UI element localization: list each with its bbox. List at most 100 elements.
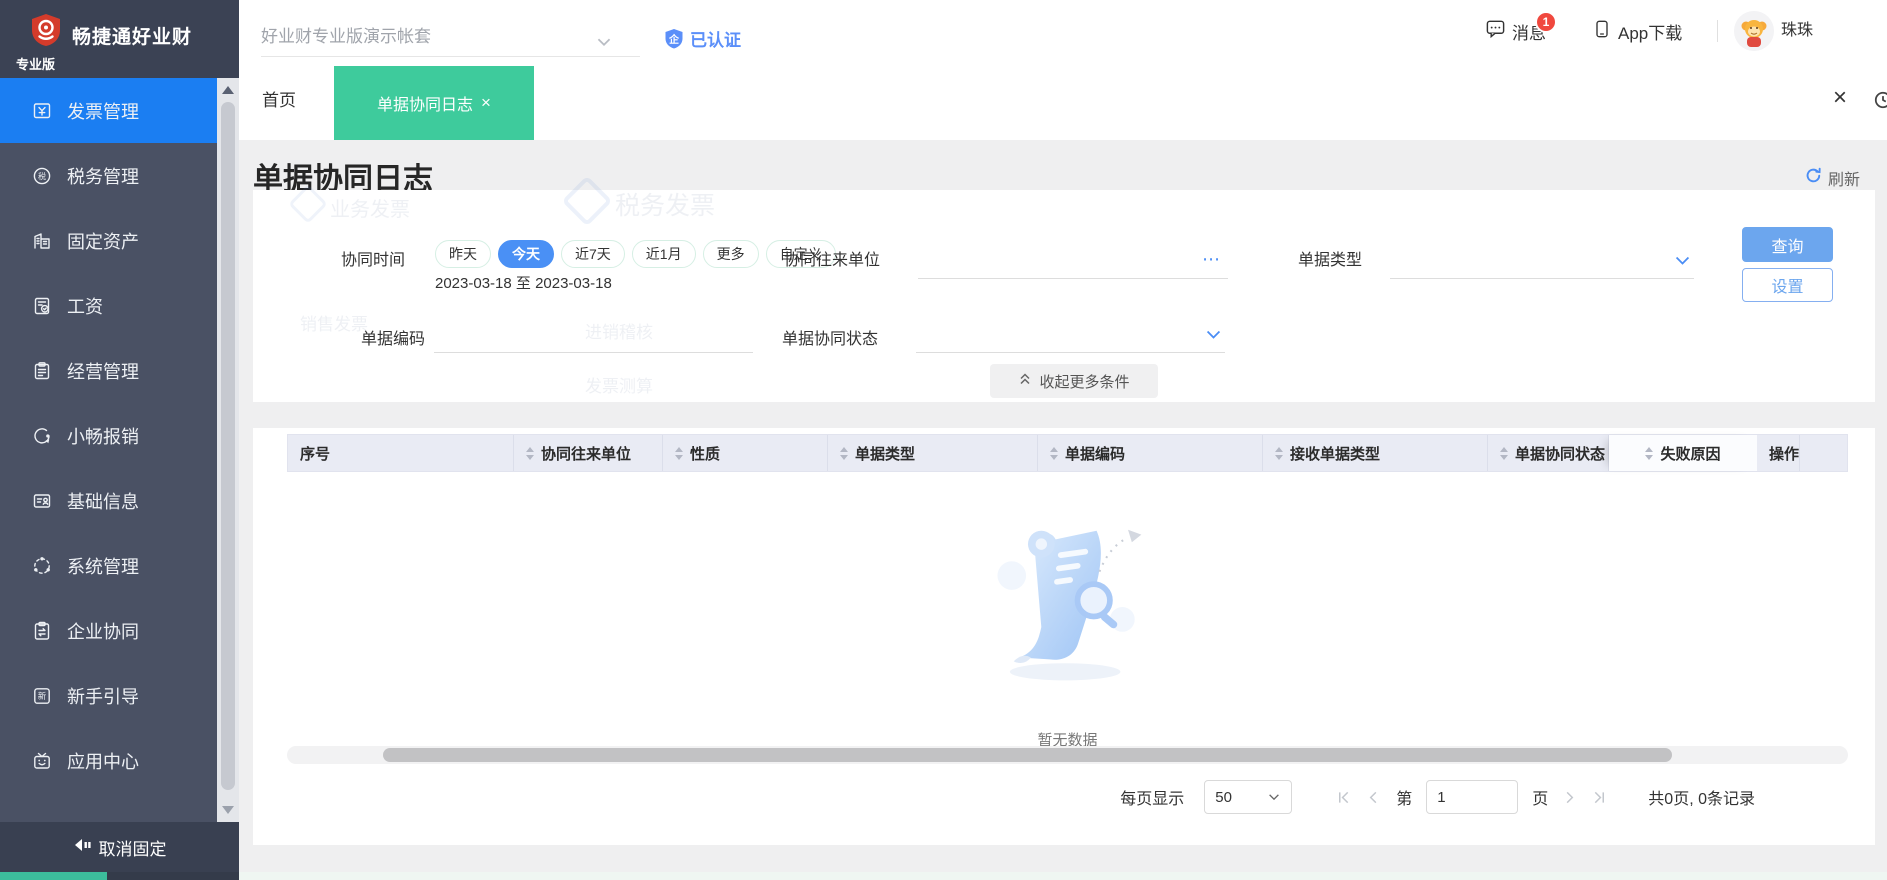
- chevron-down-icon: [594, 32, 614, 57]
- sidebar-scrollbar[interactable]: [217, 78, 239, 822]
- close-tabs-icon[interactable]: ×: [1833, 86, 1847, 110]
- time-filter-pill[interactable]: 近1月: [631, 240, 696, 268]
- page-number-input[interactable]: [1426, 780, 1519, 814]
- system-icon: [31, 555, 53, 577]
- sidebar-item[interactable]: 税 税务管理: [0, 143, 217, 208]
- horizontal-scrollbar[interactable]: [287, 746, 1848, 764]
- sidebar-item[interactable]: 工资: [0, 273, 217, 338]
- prev-page-button[interactable]: [1366, 789, 1382, 805]
- table-column-header[interactable]: 性质: [663, 435, 828, 471]
- doc-code-filter-label: 单据编码: [361, 331, 426, 348]
- page-prefix-label: 第: [1396, 791, 1413, 808]
- tab-doc-collab-log[interactable]: 单据协同日志 ×: [334, 66, 534, 140]
- date-range-value[interactable]: 2023-03-18 至 2023-03-18: [435, 272, 612, 293]
- tab-overflow-icon[interactable]: [1873, 90, 1887, 115]
- table-column-header[interactable]: 失败原因: [1609, 435, 1757, 471]
- sidebar-scrollbar-thumb[interactable]: [221, 102, 235, 790]
- table-column-header[interactable]: 单据编码: [1038, 435, 1263, 471]
- doc-type-select[interactable]: [1390, 247, 1694, 279]
- sidebar-item[interactable]: 企业协同: [0, 598, 217, 663]
- collapse-filters-button[interactable]: 收起更多条件: [990, 364, 1158, 398]
- sidebar-item-label: 基础信息: [67, 491, 139, 512]
- column-label: 失败原因: [1660, 445, 1721, 463]
- table-column-header[interactable]: 操作: [1757, 435, 1801, 471]
- bottom-strip-teal: [0, 872, 107, 880]
- app-download-button[interactable]: App下载: [1592, 0, 1682, 62]
- status-select[interactable]: [916, 321, 1225, 353]
- last-page-button[interactable]: [1592, 789, 1608, 805]
- tab-home[interactable]: 首页: [262, 62, 296, 140]
- expense-icon: [31, 425, 53, 447]
- tab-close-icon[interactable]: ×: [481, 93, 491, 113]
- first-page-button[interactable]: [1336, 789, 1352, 805]
- sort-icons[interactable]: [526, 446, 534, 460]
- sidebar-item[interactable]: 应用中心: [0, 728, 217, 793]
- search-button[interactable]: 查询: [1742, 227, 1833, 262]
- main-area: 好业财专业版演示帐套 企 已认证 消息 1 App下载 珠珠 首页 单据协同日志…: [239, 0, 1887, 872]
- sidebar-item[interactable]: 新 新手引导: [0, 663, 217, 728]
- base-info-icon: [31, 490, 53, 512]
- settings-button[interactable]: 设置: [1742, 268, 1833, 302]
- newbie-icon: 新: [31, 685, 53, 707]
- tab-bar: 首页 单据协同日志 × ×: [239, 62, 1887, 140]
- user-avatar[interactable]: [1734, 11, 1774, 51]
- table-column-header[interactable]: 协同往来单位: [514, 435, 663, 471]
- sidebar-item[interactable]: 发票管理: [0, 78, 217, 143]
- next-page-button[interactable]: [1562, 789, 1578, 805]
- scroll-up-arrow-icon[interactable]: [222, 86, 234, 94]
- bottom-strip-dark: [107, 872, 239, 880]
- time-filter-pills: 昨天 今天 近7天 近1月 更多 自定义: [435, 240, 836, 268]
- empty-illustration: [996, 529, 1141, 681]
- sort-icons[interactable]: [675, 446, 683, 460]
- table-column-header[interactable]: 单据协同状态: [1488, 435, 1609, 471]
- svg-text:新: 新: [38, 691, 47, 701]
- sidebar-item[interactable]: 小畅报销: [0, 403, 217, 468]
- tab-label: 单据协同日志: [377, 97, 474, 114]
- salary-icon: [31, 295, 53, 317]
- account-selector[interactable]: 好业财专业版演示帐套: [261, 0, 646, 62]
- refresh-button[interactable]: 刷新: [1805, 166, 1860, 190]
- doc-type-filter-label: 单据类型: [1298, 252, 1363, 269]
- table-header-row: 序号 协同往来单位 性质 单据类型 单据编码 接收单据类型 单据协同状态 失败原…: [287, 434, 1848, 472]
- column-label: 协同往来单位: [541, 445, 632, 463]
- chevron-down-icon: [1204, 325, 1223, 349]
- sidebar-item[interactable]: 系统管理: [0, 533, 217, 598]
- sidebar-item[interactable]: 经营管理: [0, 338, 217, 403]
- sidebar-item[interactable]: 固定资产: [0, 208, 217, 273]
- sort-icons[interactable]: [1275, 446, 1283, 460]
- time-filter-pill[interactable]: 昨天: [435, 240, 491, 268]
- username[interactable]: 珠珠: [1781, 0, 1813, 62]
- per-page-select[interactable]: 50: [1204, 780, 1293, 814]
- column-label: 序号: [300, 445, 331, 463]
- more-options-button[interactable]: ⋯: [1202, 249, 1222, 270]
- sidebar-item-label: 企业协同: [67, 621, 139, 642]
- sidebar-item-label: 新手引导: [67, 686, 139, 707]
- refresh-icon: [1805, 167, 1822, 189]
- sort-icons[interactable]: [1645, 446, 1654, 460]
- tax-icon: 税: [31, 165, 53, 187]
- sort-icons[interactable]: [1050, 446, 1058, 460]
- sort-icons[interactable]: [840, 446, 848, 460]
- sort-icons[interactable]: [1500, 446, 1508, 460]
- doc-code-input[interactable]: [434, 321, 753, 353]
- unpin-sidebar-button[interactable]: 取消固定: [0, 822, 239, 872]
- scroll-down-arrow-icon[interactable]: [222, 806, 234, 814]
- invoice-icon: [31, 100, 53, 122]
- partner-filter-label: 协同往来单位: [784, 252, 881, 269]
- bottom-strip-light: [239, 872, 1887, 880]
- table-column-header[interactable]: 接收单据类型: [1263, 435, 1488, 471]
- brand-edition: 专业版: [16, 57, 56, 72]
- sidebar-item-label: 固定资产: [67, 231, 139, 252]
- partner-input[interactable]: ⋯: [918, 247, 1228, 279]
- horizontal-scrollbar-thumb[interactable]: [383, 748, 1672, 762]
- sidebar-item[interactable]: 基础信息: [0, 468, 217, 533]
- messages-button[interactable]: 消息 1: [1485, 0, 1557, 62]
- time-filter-pill[interactable]: 更多: [702, 240, 759, 268]
- time-filter-pill[interactable]: 近7天: [561, 240, 625, 268]
- table-column-header[interactable]: 序号: [288, 435, 514, 471]
- notification-badge: 1: [1535, 11, 1557, 33]
- table-column-header[interactable]: 单据类型: [828, 435, 1038, 471]
- time-filter-pill[interactable]: 今天: [498, 240, 554, 268]
- sidebar-item-label: 系统管理: [67, 556, 139, 577]
- content-area: 业务发票 税务发票 销售发票 进销稽核 发票测算 单据协同日志 刷新 协同时间: [239, 140, 1887, 872]
